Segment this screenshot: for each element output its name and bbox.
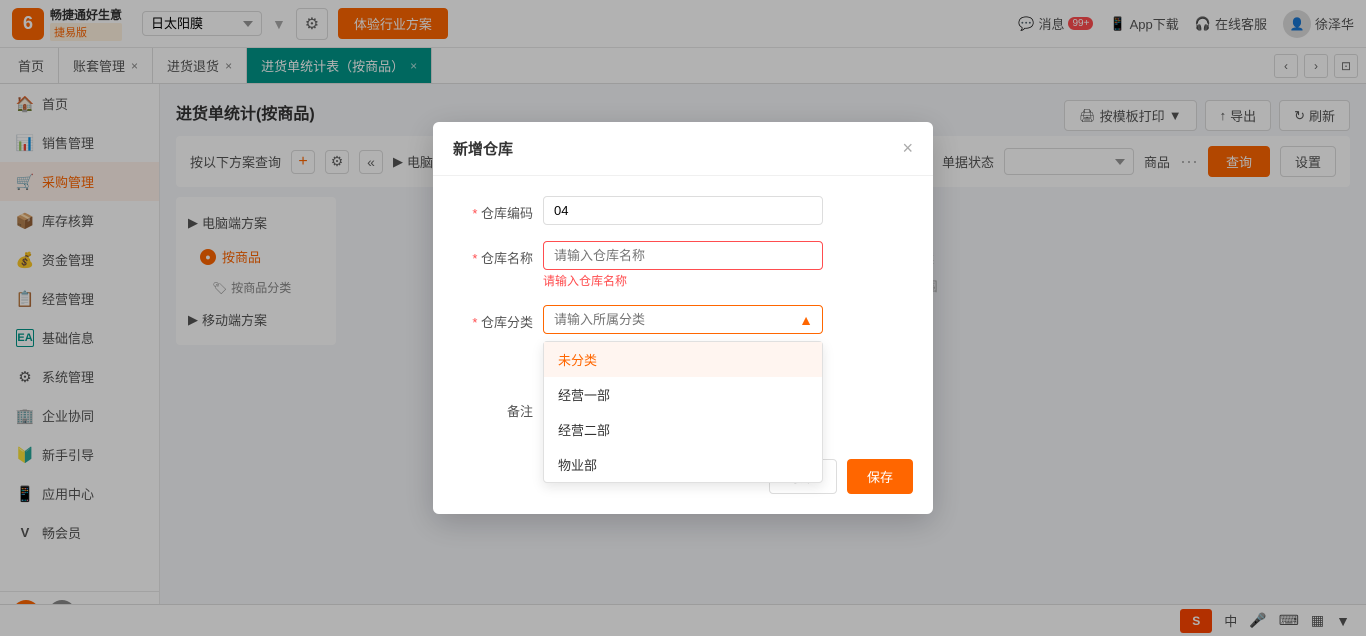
modal-overlay: 新增仓库 × 仓库编码 仓库名称 请输入仓库名称 仓库分类 <box>0 0 1366 636</box>
category-dropdown-list: 未分类 经营一部 经营二部 物业部 <box>543 341 823 483</box>
name-label: 仓库名称 <box>463 241 533 267</box>
modal-close-icon[interactable]: × <box>902 138 913 159</box>
name-input[interactable] <box>543 241 823 270</box>
dropdown-item-property[interactable]: 物业部 <box>544 447 822 482</box>
code-row: 仓库编码 <box>463 196 903 225</box>
category-row: 仓库分类 ▲ 未分类 经营一部 经营二部 物业部 <box>463 305 903 334</box>
category-input[interactable] <box>543 305 823 334</box>
modal-body: 仓库编码 仓库名称 请输入仓库名称 仓库分类 ▲ <box>433 176 933 449</box>
dropdown-up-arrow-icon[interactable]: ▲ <box>799 312 813 328</box>
code-label: 仓库编码 <box>463 196 533 222</box>
code-input-wrap <box>543 196 823 225</box>
name-error-text: 请输入仓库名称 <box>543 272 823 289</box>
name-row: 仓库名称 请输入仓库名称 <box>463 241 903 289</box>
dropdown-item-uncategorized[interactable]: 未分类 <box>544 342 822 377</box>
note-label: 备注 <box>463 394 533 420</box>
category-input-wrap: ▲ 未分类 经营一部 经营二部 物业部 <box>543 305 823 334</box>
dropdown-item-dept2[interactable]: 经营二部 <box>544 412 822 447</box>
add-warehouse-modal: 新增仓库 × 仓库编码 仓库名称 请输入仓库名称 仓库分类 <box>433 122 933 514</box>
dropdown-item-dept1[interactable]: 经营一部 <box>544 377 822 412</box>
category-dropdown: ▲ <box>543 305 823 334</box>
category-label: 仓库分类 <box>463 305 533 331</box>
save-button[interactable]: 保存 <box>847 459 913 494</box>
modal-header: 新增仓库 × <box>433 122 933 176</box>
name-input-wrap: 请输入仓库名称 <box>543 241 823 289</box>
code-input[interactable] <box>543 196 823 225</box>
modal-title: 新增仓库 <box>453 138 513 159</box>
